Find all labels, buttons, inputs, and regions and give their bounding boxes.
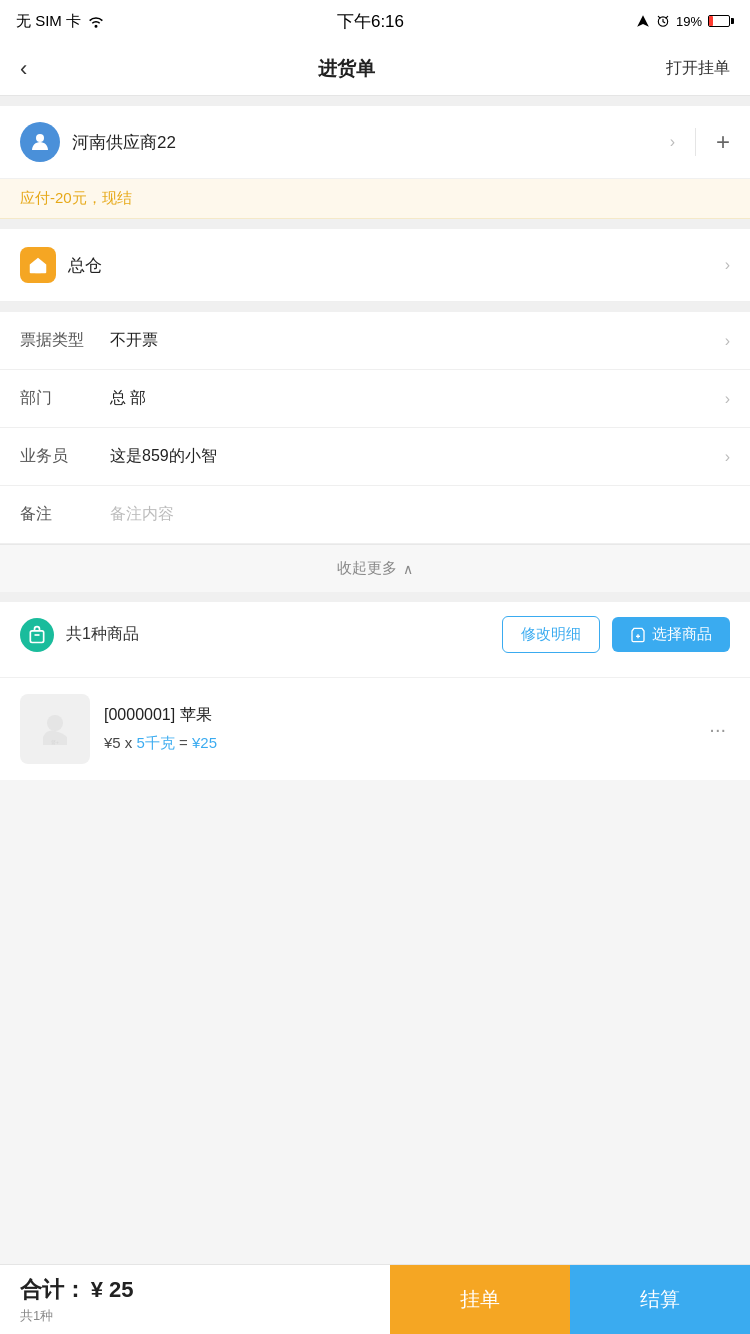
remark-row[interactable]: 备注 备注内容 xyxy=(0,486,750,544)
open-hang-button[interactable]: 打开挂单 xyxy=(666,58,730,79)
product-code: [0000001] xyxy=(104,706,180,723)
product-name: [0000001] 苹果 xyxy=(104,705,705,726)
product-item: 督+ [0000001] 苹果 ¥5 x 5千克 = ¥25 ··· xyxy=(0,677,750,780)
collapse-icon: ∧ xyxy=(403,561,413,577)
salesperson-value: 这是859的小智 xyxy=(110,446,725,467)
bottom-spacer xyxy=(0,780,750,860)
total-prefix: 合计： xyxy=(20,1277,86,1302)
svg-rect-2 xyxy=(35,267,41,273)
invoice-type-chevron-icon: › xyxy=(725,332,730,350)
supplier-name: 河南供应商22 xyxy=(72,131,670,154)
department-chevron-icon: › xyxy=(725,390,730,408)
location-icon xyxy=(636,14,650,28)
separator-1 xyxy=(0,96,750,106)
battery-icon xyxy=(708,15,734,27)
total-sub-label: 共1种 xyxy=(20,1307,370,1325)
invoice-type-value: 不开票 xyxy=(110,330,725,351)
separator-2 xyxy=(0,219,750,229)
department-value: 总 部 xyxy=(110,388,725,409)
product-thumb-icon: 督+ xyxy=(35,709,75,749)
status-time: 下午6:16 xyxy=(337,10,404,33)
select-product-label: 选择商品 xyxy=(652,625,712,644)
collapse-text: 收起更多 xyxy=(337,559,397,578)
product-more-button[interactable]: ··· xyxy=(705,718,730,741)
supplier-alert: 应付-20元，现结 xyxy=(0,179,750,219)
department-row[interactable]: 部门 总 部 › xyxy=(0,370,750,428)
products-icon xyxy=(20,618,54,652)
total-amount: ¥ 25 xyxy=(91,1277,134,1302)
salesperson-row[interactable]: 业务员 这是859的小智 › xyxy=(0,428,750,486)
page-title: 进货单 xyxy=(318,56,375,82)
warehouse-icon xyxy=(20,247,56,283)
bag-icon xyxy=(27,625,47,645)
remark-value: 备注内容 xyxy=(110,504,730,525)
product-title: 苹果 xyxy=(180,706,212,723)
cart-add-icon xyxy=(630,627,646,643)
product-equals: = xyxy=(179,734,192,751)
add-supplier-button[interactable]: + xyxy=(695,128,730,156)
nav-bar: ‹ 进货单 打开挂单 xyxy=(0,42,750,96)
warehouse-row[interactable]: 总仓 › xyxy=(0,229,750,302)
supplier-avatar xyxy=(20,122,60,162)
svg-text:督+: 督+ xyxy=(51,739,59,745)
hang-button[interactable]: 挂单 xyxy=(390,1265,570,1334)
salesperson-label: 业务员 xyxy=(20,446,100,467)
svg-point-1 xyxy=(36,134,44,142)
invoice-type-row[interactable]: 票据类型 不开票 › xyxy=(0,312,750,370)
product-total: ¥25 xyxy=(192,734,217,751)
status-carrier: 无 SIM 卡 xyxy=(16,12,105,31)
checkout-button[interactable]: 结算 xyxy=(570,1265,750,1334)
warehouse-chevron-icon: › xyxy=(725,256,730,274)
product-qty: 5千克 xyxy=(137,734,175,751)
alarm-icon xyxy=(656,14,670,28)
back-button[interactable]: ‹ xyxy=(20,56,27,82)
edit-detail-button[interactable]: 修改明细 xyxy=(502,616,600,653)
collapse-button[interactable]: 收起更多 ∧ xyxy=(0,544,750,592)
svg-rect-3 xyxy=(30,630,43,642)
status-right: 19% xyxy=(636,14,734,29)
form-section: 票据类型 不开票 › 部门 总 部 › 业务员 这是859的小智 › 备注 备注… xyxy=(0,312,750,592)
supplier-chevron-icon: › xyxy=(670,133,675,151)
person-icon xyxy=(28,130,52,154)
bottom-bar: 合计： ¥ 25 共1种 挂单 结算 xyxy=(0,1264,750,1334)
department-label: 部门 xyxy=(20,388,100,409)
separator-3 xyxy=(0,302,750,312)
product-unit-price: ¥5 x xyxy=(104,734,137,751)
wifi-icon xyxy=(87,14,105,28)
home-icon xyxy=(27,254,49,276)
product-price-row: ¥5 x 5千克 = ¥25 xyxy=(104,734,705,753)
battery-percent: 19% xyxy=(676,14,702,29)
select-product-button[interactable]: 选择商品 xyxy=(612,617,730,652)
total-section: 合计： ¥ 25 共1种 xyxy=(0,1265,390,1334)
products-section: 共1种商品 修改明细 选择商品 督+ [0000001] 苹果 xyxy=(0,602,750,780)
supplier-section: 河南供应商22 › + 应付-20元，现结 xyxy=(0,106,750,219)
separator-4 xyxy=(0,592,750,602)
product-thumbnail: 督+ xyxy=(20,694,90,764)
products-count: 共1种商品 xyxy=(66,624,490,645)
svg-point-7 xyxy=(47,715,63,731)
carrier-text: 无 SIM 卡 xyxy=(16,12,81,31)
total-label: 合计： ¥ 25 xyxy=(20,1275,370,1305)
invoice-type-label: 票据类型 xyxy=(20,330,100,351)
remark-label: 备注 xyxy=(20,504,100,525)
warehouse-name: 总仓 xyxy=(68,254,725,277)
salesperson-chevron-icon: › xyxy=(725,448,730,466)
status-bar: 无 SIM 卡 下午6:16 19% xyxy=(0,0,750,42)
supplier-row[interactable]: 河南供应商22 › + xyxy=(0,106,750,179)
product-info: [0000001] 苹果 ¥5 x 5千克 = ¥25 xyxy=(104,705,705,753)
warehouse-section: 总仓 › xyxy=(0,229,750,302)
products-header: 共1种商品 修改明细 选择商品 xyxy=(0,602,750,667)
